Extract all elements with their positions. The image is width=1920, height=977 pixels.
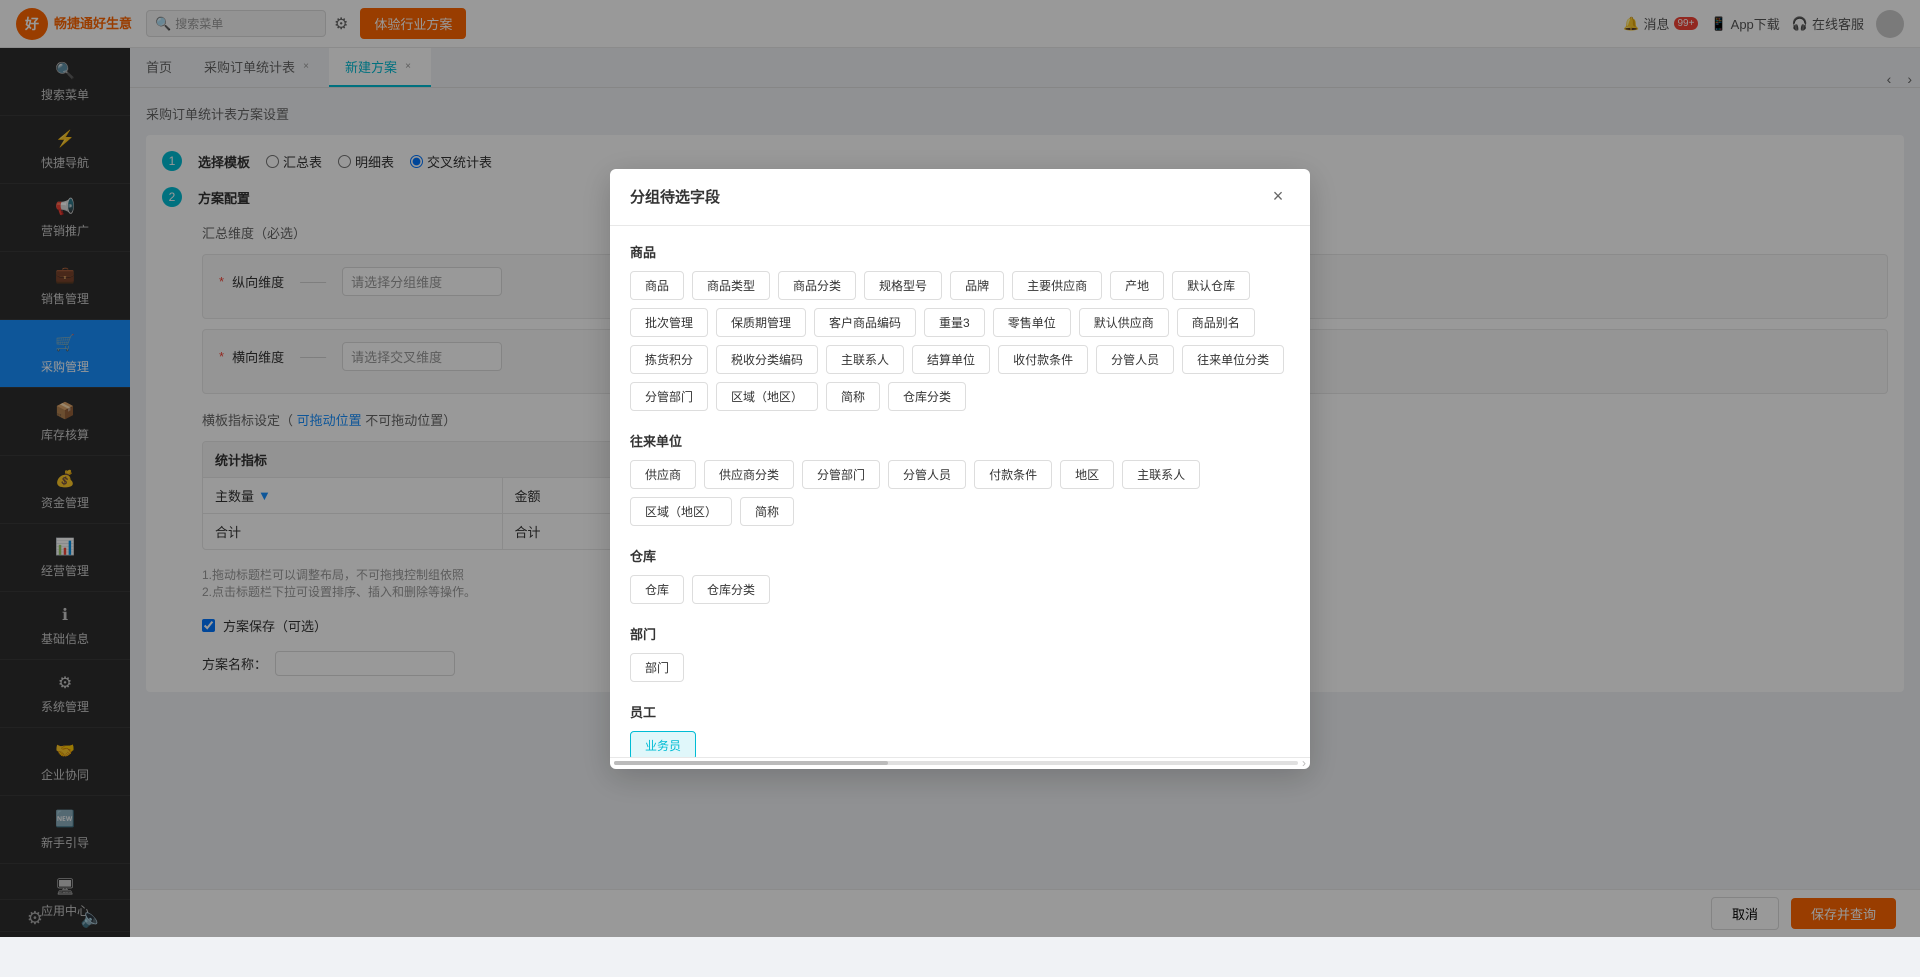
field-tag[interactable]: 分管部门 <box>630 382 708 411</box>
field-tag[interactable]: 税收分类编码 <box>716 345 818 374</box>
field-tag[interactable]: 供应商 <box>630 460 696 489</box>
field-tag[interactable]: 商品分类 <box>778 271 856 300</box>
field-section-dept-title: 部门 <box>630 624 1290 643</box>
field-section-warehouse-title: 仓库 <box>630 546 1290 565</box>
field-tag[interactable]: 仓库分类 <box>692 575 770 604</box>
modal-overlay: 分组待选字段 × 商品 商品 商品类型 商品分类 规格型号 品牌 主要供应商 产… <box>0 0 1920 937</box>
modal-scrollbar-thumb <box>614 761 888 765</box>
field-tag[interactable]: 仓库 <box>630 575 684 604</box>
field-tag[interactable]: 供应商分类 <box>704 460 794 489</box>
field-tag[interactable]: 商品别名 <box>1177 308 1255 337</box>
modal-scroll-right-arrow[interactable]: › <box>1302 756 1306 770</box>
field-tag[interactable]: 批次管理 <box>630 308 708 337</box>
field-tag[interactable]: 仓库分类 <box>888 382 966 411</box>
field-section-partner: 往来单位 供应商 供应商分类 分管部门 分管人员 付款条件 地区 主联系人 区域… <box>630 431 1290 526</box>
modal: 分组待选字段 × 商品 商品 商品类型 商品分类 规格型号 品牌 主要供应商 产… <box>610 169 1310 769</box>
field-tag[interactable]: 简称 <box>826 382 880 411</box>
field-tag[interactable]: 默认供应商 <box>1079 308 1169 337</box>
field-section-warehouse: 仓库 仓库 仓库分类 <box>630 546 1290 604</box>
field-tag[interactable]: 部门 <box>630 653 684 682</box>
field-tags-partner: 供应商 供应商分类 分管部门 分管人员 付款条件 地区 主联系人 区域（地区） … <box>630 460 1290 526</box>
field-tag[interactable]: 品牌 <box>950 271 1004 300</box>
field-tag[interactable]: 规格型号 <box>864 271 942 300</box>
field-tag[interactable]: 拣货积分 <box>630 345 708 374</box>
field-tag[interactable]: 区域（地区） <box>630 497 732 526</box>
modal-body: 商品 商品 商品类型 商品分类 规格型号 品牌 主要供应商 产地 默认仓库 批次… <box>610 226 1310 757</box>
field-tag[interactable]: 收付款条件 <box>998 345 1088 374</box>
field-section-employee: 员工 业务员 <box>630 702 1290 757</box>
field-tag-employee[interactable]: 业务员 <box>630 731 696 757</box>
field-tag[interactable]: 简称 <box>740 497 794 526</box>
field-section-product: 商品 商品 商品类型 商品分类 规格型号 品牌 主要供应商 产地 默认仓库 批次… <box>630 242 1290 411</box>
modal-scrollbar-track[interactable] <box>614 761 1298 765</box>
field-tag[interactable]: 默认仓库 <box>1172 271 1250 300</box>
field-section-partner-title: 往来单位 <box>630 431 1290 450</box>
field-tags-warehouse: 仓库 仓库分类 <box>630 575 1290 604</box>
field-tag[interactable]: 零售单位 <box>993 308 1071 337</box>
modal-header: 分组待选字段 × <box>610 169 1310 226</box>
field-tag[interactable]: 产地 <box>1110 271 1164 300</box>
field-tag[interactable]: 结算单位 <box>912 345 990 374</box>
modal-scrollbar-area: › <box>610 757 1310 769</box>
field-tag[interactable]: 保质期管理 <box>716 308 806 337</box>
field-tags-employee: 业务员 <box>630 731 1290 757</box>
field-tag[interactable]: 主要供应商 <box>1012 271 1102 300</box>
field-tag[interactable]: 往来单位分类 <box>1182 345 1284 374</box>
field-tags-product: 商品 商品类型 商品分类 规格型号 品牌 主要供应商 产地 默认仓库 批次管理 … <box>630 271 1290 411</box>
field-section-product-title: 商品 <box>630 242 1290 261</box>
field-tags-dept: 部门 <box>630 653 1290 682</box>
field-tag[interactable]: 客户商品编码 <box>814 308 916 337</box>
field-tag[interactable]: 分管部门 <box>802 460 880 489</box>
field-tag[interactable]: 商品 <box>630 271 684 300</box>
field-tag[interactable]: 地区 <box>1060 460 1114 489</box>
modal-close-button[interactable]: × <box>1266 185 1290 209</box>
field-tag[interactable]: 分管人员 <box>888 460 966 489</box>
field-tag[interactable]: 主联系人 <box>826 345 904 374</box>
field-section-employee-title: 员工 <box>630 702 1290 721</box>
field-tag[interactable]: 付款条件 <box>974 460 1052 489</box>
field-tag[interactable]: 主联系人 <box>1122 460 1200 489</box>
field-tag[interactable]: 区域（地区） <box>716 382 818 411</box>
field-tag[interactable]: 重量3 <box>924 308 985 337</box>
modal-title: 分组待选字段 <box>630 186 720 207</box>
field-tag[interactable]: 分管人员 <box>1096 345 1174 374</box>
field-section-dept: 部门 部门 <box>630 624 1290 682</box>
field-tag[interactable]: 商品类型 <box>692 271 770 300</box>
